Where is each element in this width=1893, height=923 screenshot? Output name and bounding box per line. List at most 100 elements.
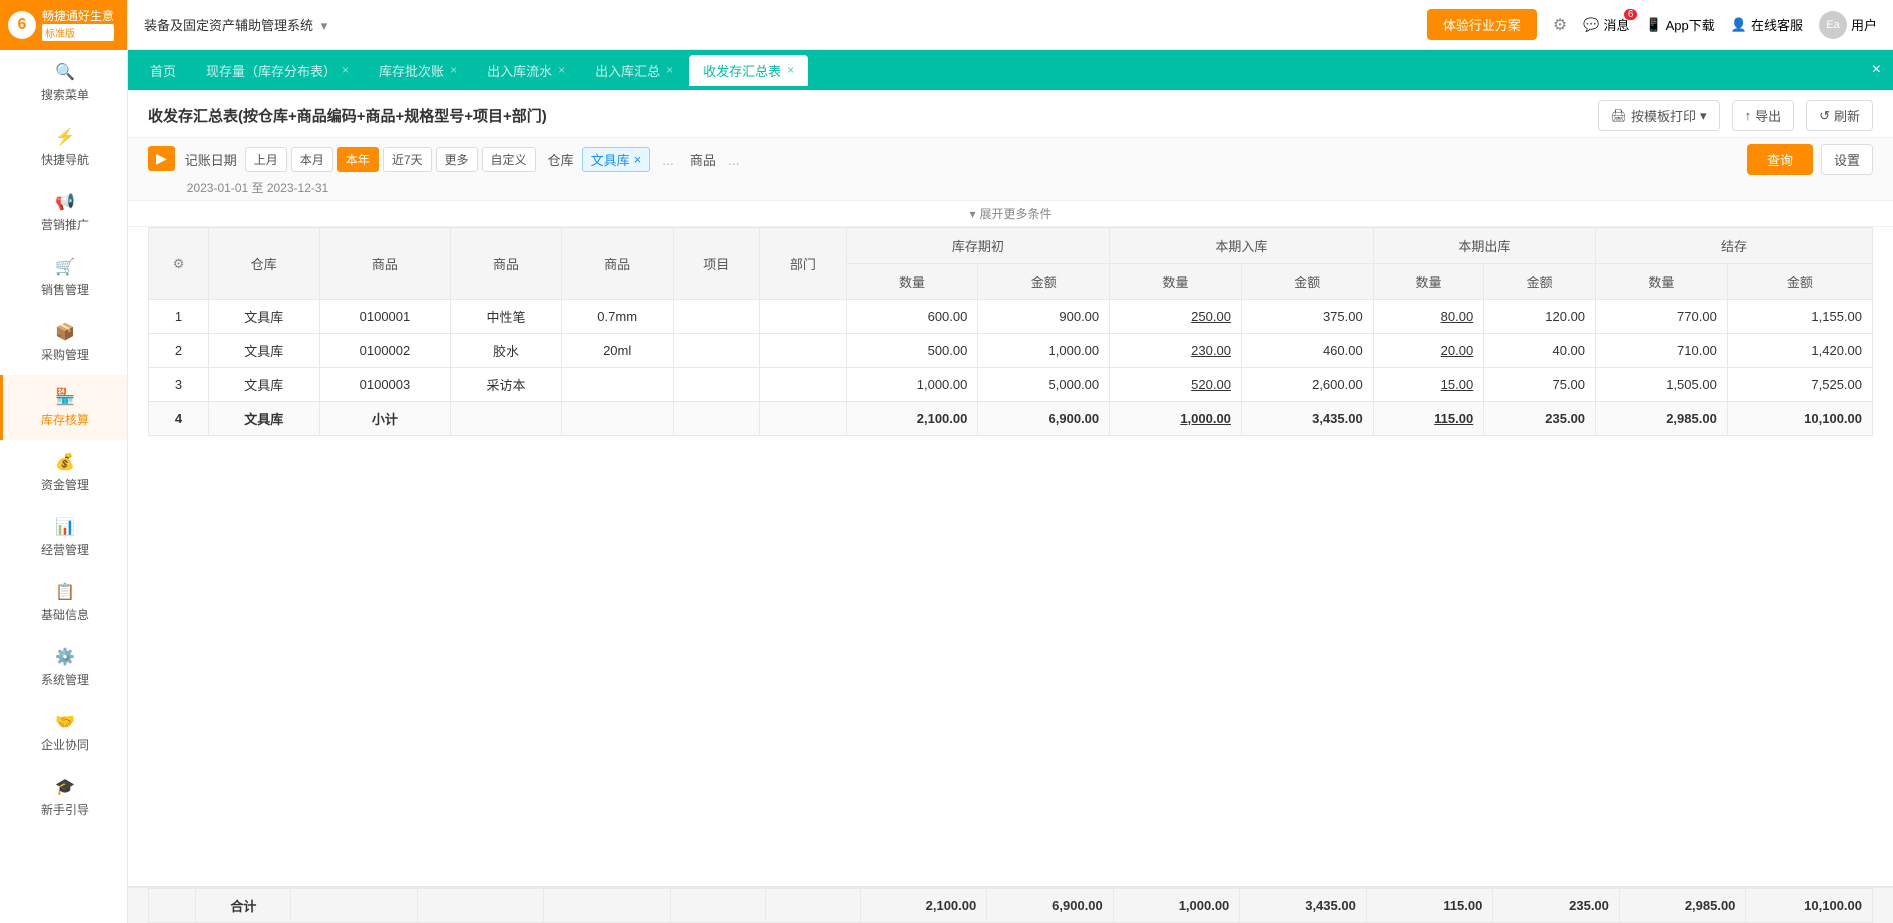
row3-in-qty[interactable]: 520.00 xyxy=(1110,368,1242,402)
row3-out-qty[interactable]: 15.00 xyxy=(1373,368,1484,402)
message-button[interactable]: 💬 消息 6 xyxy=(1583,15,1629,34)
tab-flow-close[interactable]: × xyxy=(558,63,565,77)
sidebar-item-finance[interactable]: 💰 资金管理 xyxy=(0,440,127,505)
refresh-button[interactable]: ↺ 刷新 xyxy=(1806,100,1873,131)
filter-expand-button[interactable]: ▾ 展开更多条件 xyxy=(969,205,1051,222)
row1-close-amt: 1,155.00 xyxy=(1727,300,1872,334)
row1-goods-name: 中性笔 xyxy=(451,300,561,334)
row2-close-qty: 710.00 xyxy=(1596,334,1728,368)
sidebar-item-guide[interactable]: 🎓 新手引导 xyxy=(0,765,127,830)
print-label: 按模板打印 xyxy=(1631,106,1696,125)
page-title: 收发存汇总表(按仓库+商品编码+商品+规格型号+项目+部门) xyxy=(148,105,547,126)
app-icon: 📱 xyxy=(1645,17,1661,33)
sidebar-item-label: 营销推广 xyxy=(41,216,89,233)
page-toolbar: 🖨 按模板打印 ▾ ↑ 导出 ↺ 刷新 xyxy=(1598,100,1874,131)
tabbar-close-button[interactable]: × xyxy=(1868,57,1885,83)
warehouse-tag-close[interactable]: × xyxy=(634,152,642,167)
goods-dots[interactable]: ... xyxy=(724,152,744,168)
subtotal-empty4 xyxy=(760,402,847,436)
warehouse-dots[interactable]: ... xyxy=(658,152,678,168)
export-button[interactable]: ↑ 导出 xyxy=(1732,100,1795,131)
row1-goods-code: 0100001 xyxy=(319,300,451,334)
sidebar-item-sales[interactable]: 🛒 销售管理 xyxy=(0,245,127,310)
tab-home-label: 首页 xyxy=(150,61,176,80)
sidebar-item-system[interactable]: ⚙️ 系统管理 xyxy=(0,635,127,700)
subtotal-warehouse: 文具库 xyxy=(209,402,319,436)
tab-batch[interactable]: 库存批次账 × xyxy=(365,55,471,86)
th-out-qty: 数量 xyxy=(1373,264,1484,300)
sidebar-item-operations[interactable]: 📊 经营管理 xyxy=(0,505,127,570)
refresh-icon: ↺ xyxy=(1819,108,1830,124)
tab-summary[interactable]: 出入库汇总 × xyxy=(581,55,687,86)
subtotal-out-qty[interactable]: 115.00 xyxy=(1373,402,1484,436)
row2-out-qty[interactable]: 20.00 xyxy=(1373,334,1484,368)
sidebar-item-collab[interactable]: 🤝 企业协同 xyxy=(0,700,127,765)
date-prev-month[interactable]: 上月 xyxy=(245,147,287,172)
print-template-button[interactable]: 🖨 按模板打印 ▾ xyxy=(1598,100,1720,131)
date-buttons: 上月 本月 本年 近7天 更多 自定义 xyxy=(245,147,536,172)
date-this-month[interactable]: 本月 xyxy=(291,147,333,172)
th-open-amt: 金额 xyxy=(978,264,1110,300)
sidebar-item-basic[interactable]: 📋 基础信息 xyxy=(0,570,127,635)
user-label: 用户 xyxy=(1851,15,1877,34)
tab-batch-close[interactable]: × xyxy=(450,63,457,77)
row1-project xyxy=(673,300,760,334)
tab-recv-summary-close[interactable]: × xyxy=(787,63,794,77)
row1-out-qty[interactable]: 80.00 xyxy=(1373,300,1484,334)
th-goods-code: 商品 xyxy=(319,228,451,300)
row3-close-qty: 1,505.00 xyxy=(1596,368,1728,402)
sidebar-item-inventory[interactable]: 🏪 库存核算 xyxy=(0,375,127,440)
table-row: 1 文具库 0100001 中性笔 0.7mm 600.00 900.00 25… xyxy=(149,300,1873,334)
row2-goods-name: 胶水 xyxy=(451,334,561,368)
settings-gear-icon[interactable]: ⚙ xyxy=(1553,15,1567,35)
row1-open-qty: 600.00 xyxy=(846,300,978,334)
sidebar-item-purchase[interactable]: 📦 采购管理 xyxy=(0,310,127,375)
tab-stock-close[interactable]: × xyxy=(342,63,349,77)
sidebar-item-quick[interactable]: ⚡ 快捷导航 xyxy=(0,115,127,180)
trial-button[interactable]: 体验行业方案 xyxy=(1427,9,1537,40)
total-label: 合计 xyxy=(196,889,291,923)
settings-button[interactable]: 设置 xyxy=(1821,144,1873,175)
tab-flow[interactable]: 出入库流水 × xyxy=(473,55,579,86)
date-7-days[interactable]: 近7天 xyxy=(383,147,432,172)
date-more[interactable]: 更多 xyxy=(436,147,478,172)
sidebar-item-marketing[interactable]: 📢 营销推广 xyxy=(0,180,127,245)
row2-in-qty[interactable]: 230.00 xyxy=(1110,334,1242,368)
message-badge: 6 xyxy=(1624,9,1638,20)
date-range-display: 2023-01-01 至 2023-12-31 xyxy=(187,179,1873,196)
filter-toggle-button[interactable]: ▶ xyxy=(148,146,175,171)
total-empty2 xyxy=(417,889,544,923)
query-button[interactable]: 查询 xyxy=(1747,144,1813,175)
user-menu[interactable]: Ea 用户 xyxy=(1819,11,1877,39)
row1-in-qty[interactable]: 250.00 xyxy=(1110,300,1242,334)
table-row: 2 文具库 0100002 胶水 20ml 500.00 1,000.00 23… xyxy=(149,334,1873,368)
sidebar-item-search[interactable]: 🔍 搜索菜单 xyxy=(0,50,127,115)
data-table: ⚙ 仓库 商品 商品 商品 项目 部门 库存期初 本期入库 本期出库 结存 xyxy=(148,227,1873,436)
subtotal-in-qty[interactable]: 1,000.00 xyxy=(1110,402,1242,436)
total-in-qty: 1,000.00 xyxy=(1113,889,1240,923)
support-button[interactable]: 👤 在线客服 xyxy=(1731,15,1803,34)
tab-stock[interactable]: 现存量（库存分布表） × xyxy=(192,55,363,86)
subtotal-empty1 xyxy=(451,402,561,436)
date-custom[interactable]: 自定义 xyxy=(482,147,536,172)
subtotal-out-amt: 235.00 xyxy=(1484,402,1596,436)
warehouse-tag[interactable]: 文具库 × xyxy=(582,147,651,172)
row2-goods-code: 0100002 xyxy=(319,334,451,368)
user-avatar: Ea xyxy=(1819,11,1847,39)
row3-department xyxy=(760,368,847,402)
tab-summary-label: 出入库汇总 xyxy=(595,61,660,80)
expand-label: 展开更多条件 xyxy=(980,205,1052,222)
topbar: 装备及固定资产辅助管理系统 ▾ 体验行业方案 ⚙ 💬 消息 6 📱 App下载 … xyxy=(128,0,1893,50)
tab-home[interactable]: 首页 xyxy=(136,55,190,86)
date-this-year[interactable]: 本年 xyxy=(337,147,379,172)
sidebar-item-label: 库存核算 xyxy=(41,411,89,428)
row2-index: 2 xyxy=(149,334,209,368)
app-download-button[interactable]: 📱 App下载 xyxy=(1645,15,1714,34)
tab-summary-close[interactable]: × xyxy=(666,63,673,77)
row2-department xyxy=(760,334,847,368)
date-label: 记账日期 xyxy=(185,150,237,169)
table-settings-icon[interactable]: ⚙ xyxy=(173,256,185,271)
warehouse-label: 仓库 xyxy=(548,150,574,169)
tab-recv-summary[interactable]: 收发存汇总表 × xyxy=(689,55,808,86)
row2-project xyxy=(673,334,760,368)
